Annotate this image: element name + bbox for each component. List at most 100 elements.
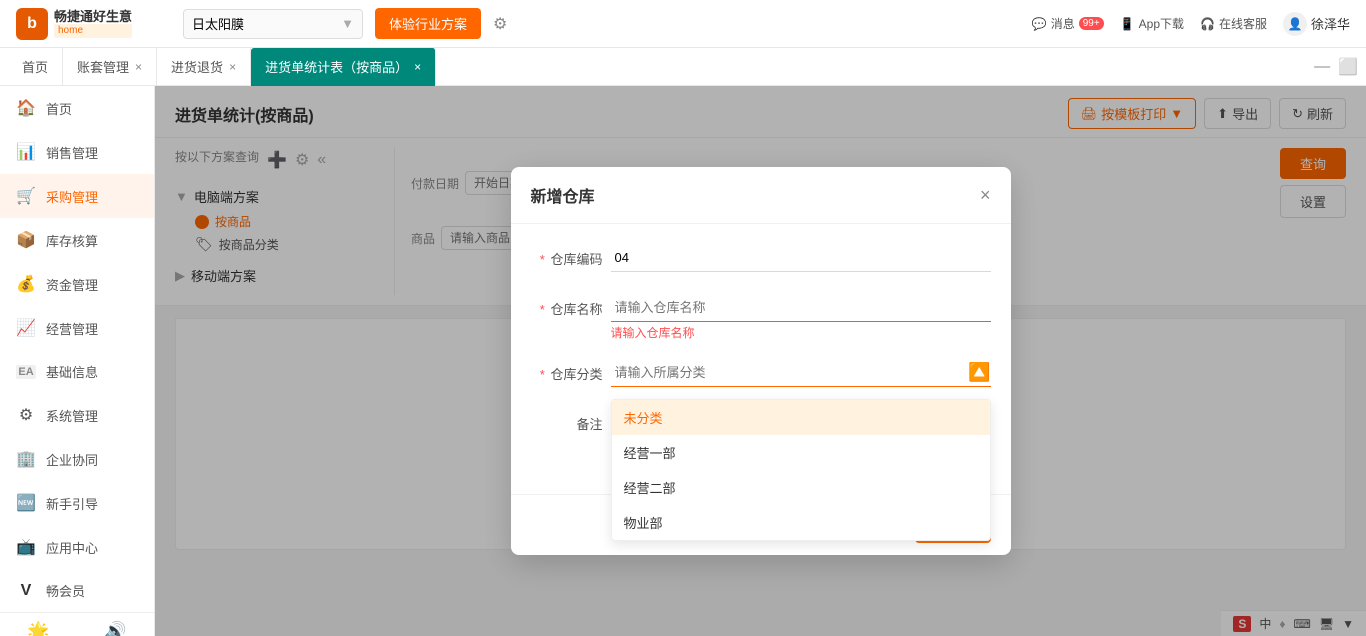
form-row-code: * 仓库编码 [531,244,991,276]
category-toggle-icon[interactable]: 🔼 [968,362,990,383]
sidebar-item-sales-label: 销售管理 [46,143,98,162]
inventory-icon: 📦 [16,230,36,250]
dialog-body: * 仓库编码 * 仓库名称 [511,224,1011,494]
logo-text: 畅捷通好生意 home [54,9,132,39]
sidebar-item-basic-info[interactable]: EA 基础信息 [0,350,154,393]
system-icon: ⚙ [16,405,36,425]
sidebar-item-operations-label: 经营管理 [46,319,98,338]
message-icon: 💬 [1032,17,1047,31]
sidebar-item-guide-label: 新手引导 [46,494,98,513]
category-wrap: 🔼 未分类 经营一部 经营二部 物业部 [611,359,991,387]
sidebar-item-system-label: 系统管理 [46,406,98,425]
sidebar-item-inventory[interactable]: 📦 库存核算 [0,218,154,262]
tab-accounts[interactable]: 账套管理 × [63,48,157,86]
basic-info-icon: EA [16,365,36,379]
sidebar-item-vip-label: 畅会员 [46,581,85,600]
sidebar-item-home[interactable]: 🏠 首页 [0,86,154,130]
sidebar-item-enterprise-label: 企业协同 [46,450,98,469]
tab-bar: 首页 账套管理 × 进货退货 × 进货单统计表（按商品） × — ⬜ [0,48,1366,86]
sidebar-item-inventory-label: 库存核算 [46,231,98,250]
search-dropdown-icon[interactable]: ▼ [341,16,354,31]
sidebar-settings-icon[interactable]: 🌟 [27,621,49,636]
main-layout: 🏠 首页 📊 销售管理 🛒 采购管理 📦 库存核算 💰 资金管理 📈 经营管理 … [0,86,1366,636]
category-label: * 仓库分类 [531,359,611,391]
app-icon: 📱 [1120,17,1135,31]
tab-purchase-stats-close[interactable]: × [414,60,421,74]
top-header: b 畅捷通好生意 home ▼ 体验行业方案 ⚙ 💬 消息 99+ 📱 App下… [0,0,1366,48]
service-label: 在线客服 [1219,15,1267,32]
message-badge: 99+ [1079,17,1104,30]
search-input[interactable] [192,16,337,31]
sales-icon: 📊 [16,142,36,162]
purchase-icon: 🛒 [16,186,36,206]
logo-icon: b [16,8,48,40]
sidebar-item-finance-label: 资金管理 [46,275,98,294]
app-download-item[interactable]: 📱 App下载 [1120,15,1184,32]
tab-purchase-return-label: 进货退货 [171,57,223,76]
experience-button[interactable]: 体验行业方案 [375,8,481,39]
category-input[interactable] [611,359,969,386]
name-wrap: 请输入仓库名称 [611,294,991,341]
sidebar-item-operations[interactable]: 📈 经营管理 [0,306,154,350]
sidebar-item-vip[interactable]: V 畅会员 [0,569,154,612]
new-warehouse-dialog: 新增仓库 × * 仓库编码 [511,167,1011,555]
sidebar-item-system[interactable]: ⚙ 系统管理 [0,393,154,437]
tab-minimize-button[interactable]: — [1314,57,1330,77]
code-wrap [611,244,991,272]
dropdown-item-ops1[interactable]: 经营一部 [612,435,990,470]
form-row-name: * 仓库名称 请输入仓库名称 [531,294,991,341]
name-input[interactable] [611,294,991,322]
sidebar-item-enterprise[interactable]: 🏢 企业协同 [0,437,154,481]
name-error-msg: 请输入仓库名称 [611,324,991,341]
form-row-category: * 仓库分类 🔼 未分类 经营一部 [531,359,991,391]
tab-purchase-return-close[interactable]: × [229,60,236,74]
app-label: App下载 [1139,15,1184,32]
tab-purchase-stats-label: 进货单统计表（按商品） [265,57,408,76]
dropdown-item-ops2[interactable]: 经营二部 [612,470,990,505]
sidebar-item-guide[interactable]: 🆕 新手引导 [0,481,154,525]
message-item[interactable]: 💬 消息 99+ [1032,15,1104,32]
service-item[interactable]: 🎧 在线客服 [1200,15,1267,32]
notes-label: 备注 [531,409,611,441]
code-input[interactable] [611,244,991,272]
gear-button[interactable]: ⚙ [493,14,507,34]
tab-home[interactable]: 首页 [8,48,63,86]
user-item[interactable]: 👤 徐泽华 [1283,12,1350,36]
tab-accounts-close[interactable]: × [135,60,142,74]
content-area: 进货单统计(按商品) 🖨 按模板打印 ▼ ⬆ 导出 ↻ 刷新 [155,86,1366,636]
home-icon: 🏠 [16,98,36,118]
sidebar-item-basic-info-label: 基础信息 [46,362,98,381]
sidebar-sound-icon[interactable]: 🔊 [104,621,126,636]
sidebar-item-app-center-label: 应用中心 [46,538,98,557]
dialog-close-button[interactable]: × [980,185,991,206]
dropdown-item-unclassified[interactable]: 未分类 [612,400,990,435]
avatar: 👤 [1283,12,1307,36]
sidebar-item-app-center[interactable]: 📺 应用中心 [0,525,154,569]
user-name: 徐泽华 [1311,14,1350,33]
sidebar-bottom: 🌟 🔊 [0,612,154,636]
category-input-container: 🔼 [611,359,991,387]
tab-purchase-return[interactable]: 进货退货 × [157,48,251,86]
sidebar-item-sales[interactable]: 📊 销售管理 [0,130,154,174]
tab-maximize-button[interactable]: ⬜ [1338,57,1358,77]
logo-area: b 畅捷通好生意 home [16,8,171,40]
sidebar-item-purchase[interactable]: 🛒 采购管理 [0,174,154,218]
message-label: 消息 [1051,15,1075,32]
sidebar-item-finance[interactable]: 💰 资金管理 [0,262,154,306]
dialog-overlay[interactable]: 新增仓库 × * 仓库编码 [155,86,1366,636]
header-right: 💬 消息 99+ 📱 App下载 🎧 在线客服 👤 徐泽华 [1032,12,1350,36]
logo-title: 畅捷通好生意 [54,9,132,25]
tab-accounts-label: 账套管理 [77,57,129,76]
dropdown-item-property[interactable]: 物业部 [612,505,990,540]
finance-icon: 💰 [16,274,36,294]
tab-purchase-stats[interactable]: 进货单统计表（按商品） × [251,48,436,86]
tab-home-label: 首页 [22,57,48,76]
dialog-header: 新增仓库 × [511,167,1011,224]
sidebar-item-purchase-label: 采购管理 [46,187,98,206]
vip-icon: V [16,582,36,600]
tab-bar-actions: — ⬜ [1314,57,1358,77]
code-label: * 仓库编码 [531,244,611,276]
headphone-icon: 🎧 [1200,17,1215,31]
dialog-title: 新增仓库 [531,183,595,207]
sidebar-item-home-label: 首页 [46,99,72,118]
